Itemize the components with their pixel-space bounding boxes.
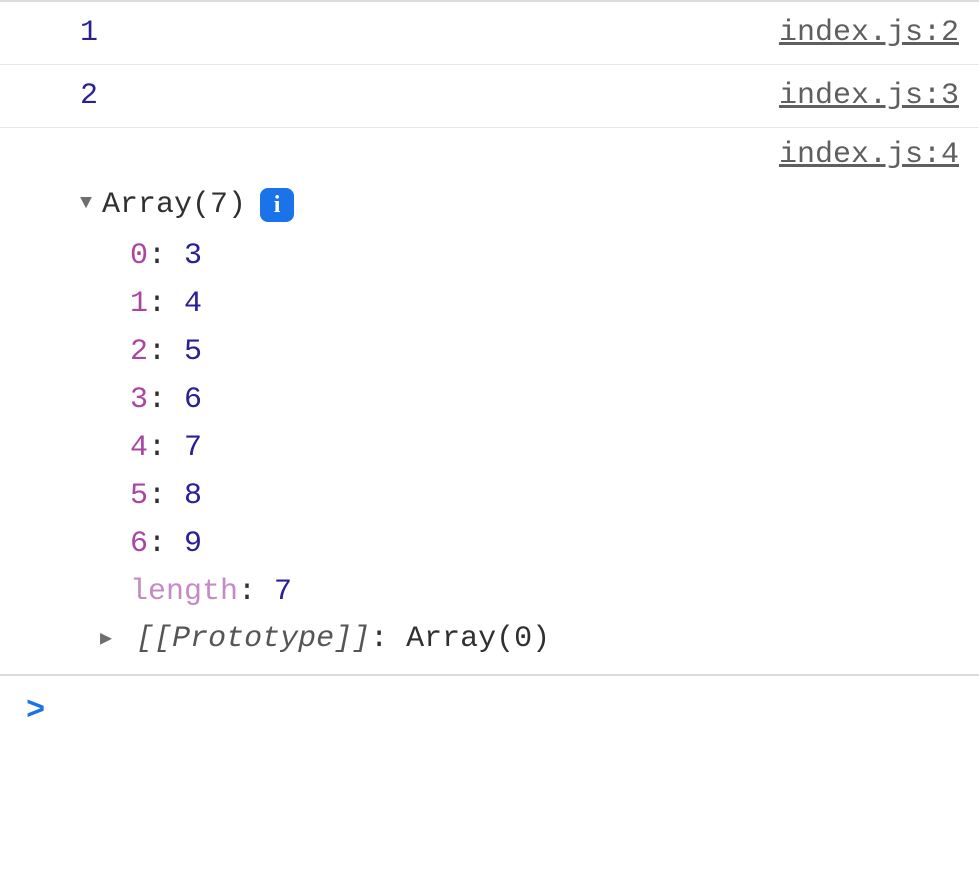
length-value: 7: [274, 575, 292, 609]
object-summary: Array(7): [102, 188, 246, 222]
prototype-key: [[Prototype]]: [136, 622, 370, 656]
entry-value: 6: [184, 383, 202, 417]
length-key: length: [130, 575, 238, 609]
entry-index: 0: [130, 239, 148, 273]
entry-value: 3: [184, 239, 202, 273]
array-entry: 2: 5: [130, 328, 959, 376]
entry-index: 2: [130, 335, 148, 369]
entry-value: 9: [184, 527, 202, 561]
log-value: 2: [80, 79, 98, 113]
source-link[interactable]: index.js:2: [779, 16, 959, 50]
entry-index: 5: [130, 479, 148, 513]
entry-index: 6: [130, 527, 148, 561]
entry-index: 4: [130, 431, 148, 465]
log-value: 1: [80, 16, 98, 50]
console-log-row: 2 index.js:3: [0, 65, 979, 128]
array-entry: 6: 9: [130, 520, 959, 568]
array-entry: 1: 4: [130, 280, 959, 328]
length-entry: length: 7: [130, 568, 959, 616]
object-entries: 0: 3 1: 4 2: 5 3: 6 4: 7 5: 8 6: 9 lengt…: [130, 232, 959, 616]
object-header-row: ▼ Array(7) i index.js:4: [80, 138, 959, 222]
array-entry: 0: 3: [130, 232, 959, 280]
console-object-row: ▼ Array(7) i index.js:4 0: 3 1: 4 2: 5 3…: [0, 128, 979, 676]
chevron-right-icon: ▶: [100, 625, 112, 651]
prompt-caret-icon: >: [26, 692, 45, 729]
console-output: 1 index.js:2 2 index.js:3 ▼ Array(7) i i…: [0, 0, 979, 745]
entry-index: 1: [130, 287, 148, 321]
entry-value: 5: [184, 335, 202, 369]
array-entry: 3: 6: [130, 376, 959, 424]
console-log-row: 1 index.js:2: [0, 0, 979, 65]
source-link[interactable]: index.js:3: [779, 79, 959, 113]
console-input-row[interactable]: >: [0, 676, 979, 745]
info-icon[interactable]: i: [260, 188, 294, 222]
object-expand-toggle[interactable]: ▼ Array(7) i: [80, 188, 294, 222]
chevron-down-icon: ▼: [80, 192, 92, 215]
entry-value: 7: [184, 431, 202, 465]
prototype-value: Array(0): [406, 622, 550, 656]
source-link[interactable]: index.js:4: [779, 138, 959, 172]
entry-index: 3: [130, 383, 148, 417]
array-entry: 4: 7: [130, 424, 959, 472]
prototype-expand-toggle[interactable]: ▶ [[Prototype]]: Array(0): [100, 622, 959, 656]
entry-value: 4: [184, 287, 202, 321]
entry-value: 8: [184, 479, 202, 513]
array-entry: 5: 8: [130, 472, 959, 520]
